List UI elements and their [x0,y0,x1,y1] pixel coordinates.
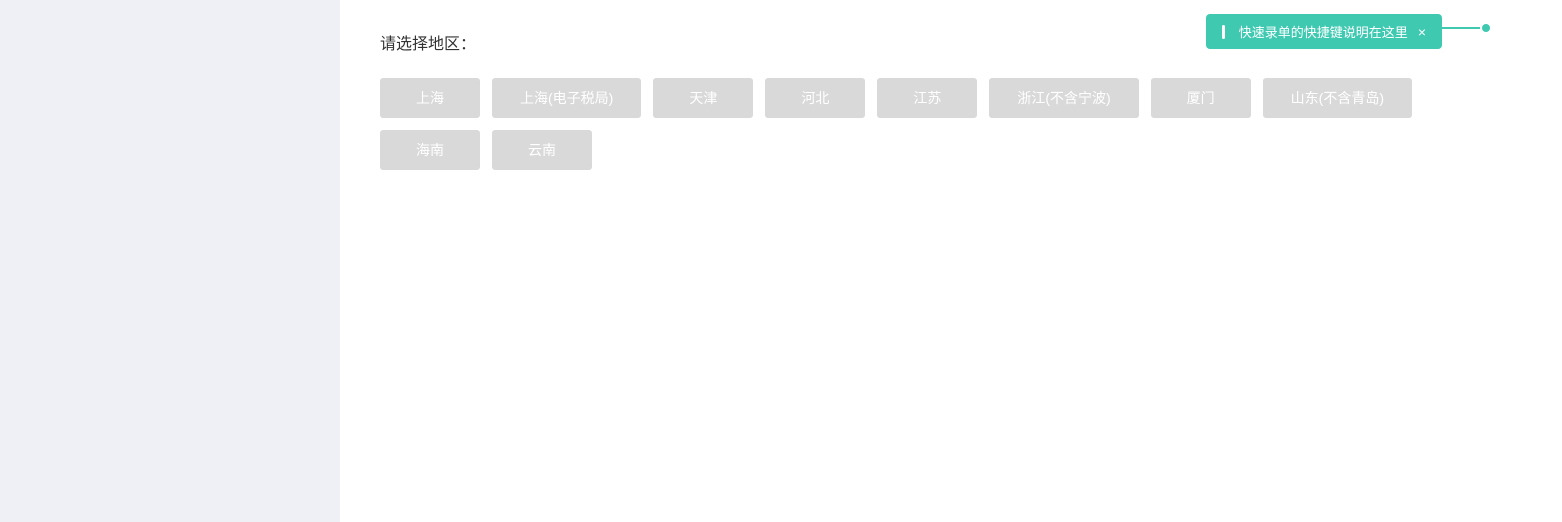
region-button-xiamen[interactable]: 厦门 [1151,78,1251,118]
tooltip-text: 快速录单的快捷键说明在这里 [1239,22,1408,41]
region-buttons-container: 上海上海(电子税局) 天津河北江苏浙江(不含宁波) 厦门山东(不含青岛) 海南云南 [380,78,1522,170]
region-button-tianjin[interactable]: 天津 [653,78,753,118]
region-button-hebei[interactable]: 河北 [765,78,865,118]
main-content: 请选择地区： 上海上海(电子税局)天津河北江苏浙江(不含宁波)厦门山东(不含青岛… [340,0,1562,522]
region-button-shanghai-etax[interactable]: 上海(电子税局) [492,78,641,118]
tooltip-line [1442,27,1482,29]
region-button-zhejiang[interactable]: 浙江(不含宁波) [989,78,1138,118]
tooltip-dot [1480,22,1492,34]
tooltip-close-button[interactable]: × [1418,25,1426,39]
region-button-jiangsu[interactable]: 江苏 [877,78,977,118]
left-sidebar [0,0,340,522]
region-button-shanghai[interactable]: 上海 [380,78,480,118]
region-button-hainan[interactable]: 海南 [380,130,480,170]
region-button-shandong[interactable]: 山东(不含青岛) [1263,78,1412,118]
tooltip-banner: 快速录单的快捷键说明在这里 × [1206,14,1442,49]
region-button-yunnan[interactable]: 云南 [492,130,592,170]
